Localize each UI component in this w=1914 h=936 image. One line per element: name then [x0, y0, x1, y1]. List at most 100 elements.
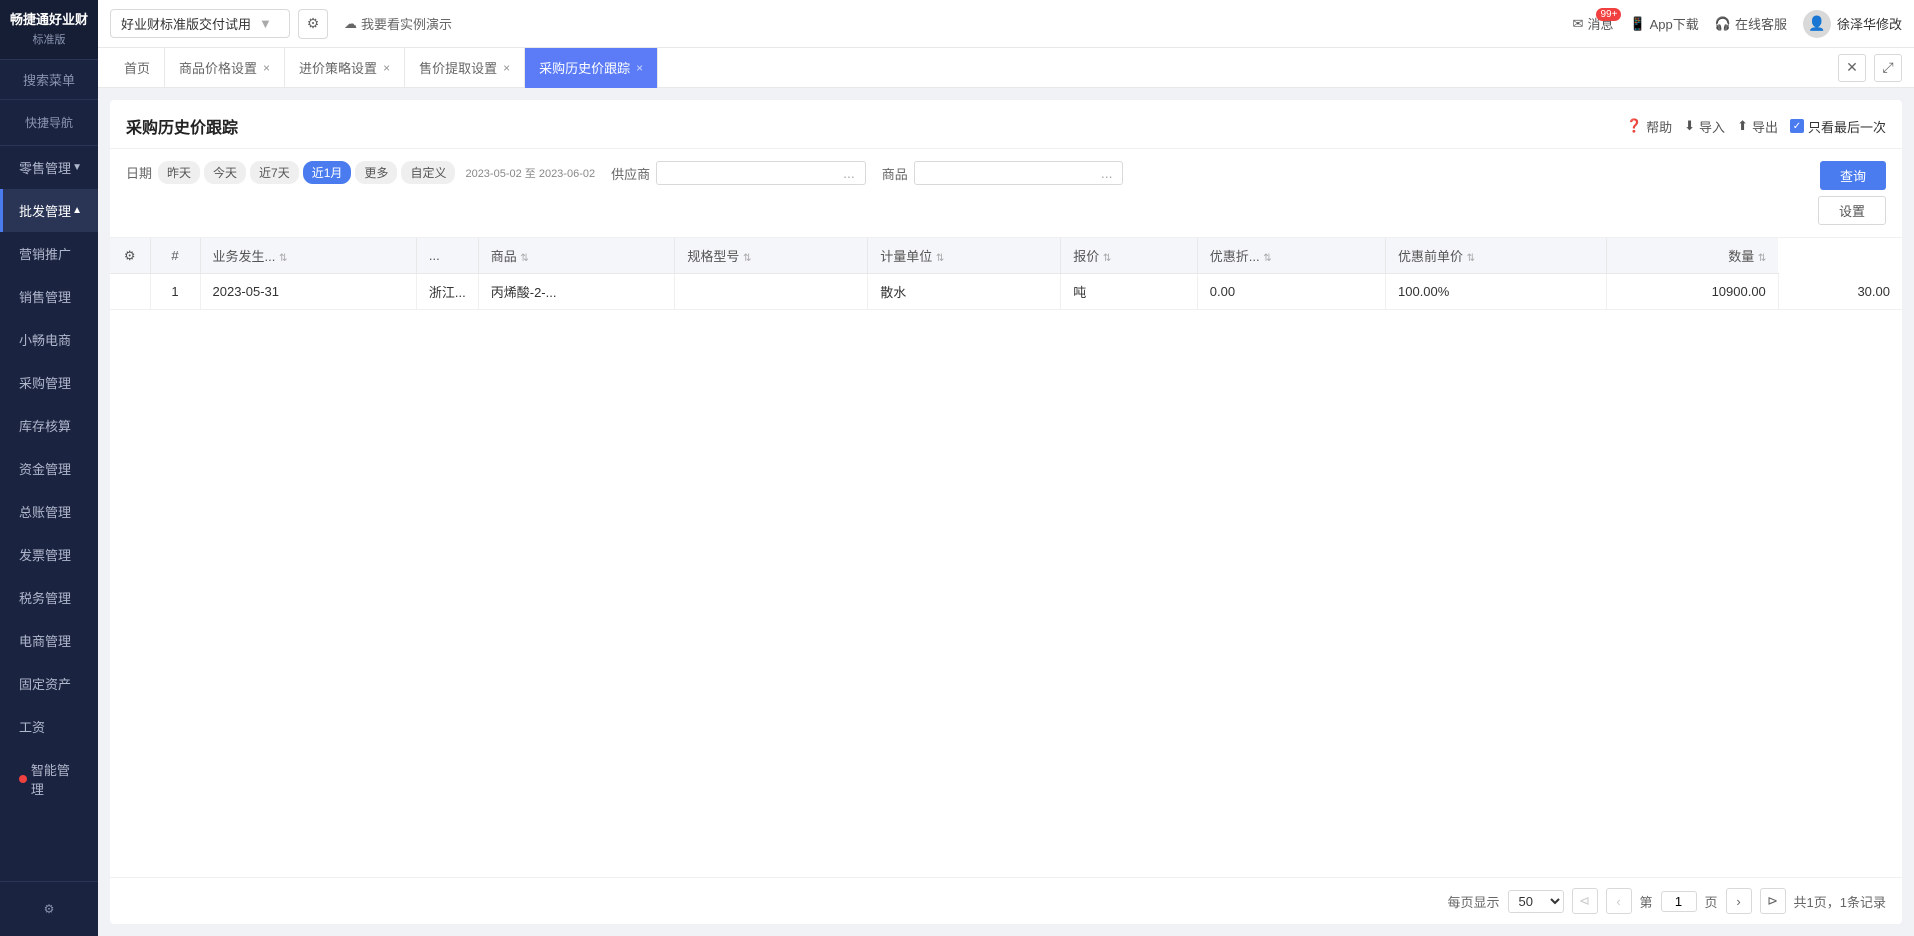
- user-menu[interactable]: 👤 徐泽华修改: [1803, 10, 1902, 38]
- query-button[interactable]: 查询: [1820, 161, 1886, 190]
- sidebar-item-inventory[interactable]: 库存核算: [0, 404, 98, 447]
- supplier-filter-label: 供应商: [611, 164, 650, 183]
- message-icon: ✉: [1573, 16, 1584, 32]
- sidebar-item-purchase[interactable]: 采购管理: [0, 361, 98, 404]
- sidebar-item-tax[interactable]: 税务管理: [0, 576, 98, 619]
- goods-filter-label: 商品: [882, 164, 908, 183]
- tab-home[interactable]: 首页: [110, 48, 165, 88]
- sidebar-item-ecommerce[interactable]: 电商管理: [0, 619, 98, 662]
- tab-history-price[interactable]: 采购历史价跟踪 ×: [525, 48, 658, 88]
- online-service-label: 在线客服: [1735, 14, 1787, 33]
- sidebar-item-sales[interactable]: 销售管理: [0, 275, 98, 318]
- row-pre-discount-price: 10900.00: [1607, 274, 1779, 310]
- supplier-more-icon[interactable]: ...: [841, 165, 857, 181]
- col-spec[interactable]: 规格型号 ⇅: [675, 238, 868, 274]
- gear-icon[interactable]: ⚙: [298, 9, 328, 39]
- col-goods[interactable]: 商品 ⇅: [478, 238, 675, 274]
- col-quantity[interactable]: 数量 ⇅: [1607, 238, 1779, 274]
- tab-close-sale-price[interactable]: ×: [503, 61, 510, 75]
- prev-page-btn[interactable]: ‹: [1606, 888, 1632, 914]
- date-more-btn[interactable]: 更多: [355, 161, 397, 184]
- col-gear[interactable]: ⚙: [110, 238, 150, 274]
- supplier-input[interactable]: [665, 166, 841, 181]
- page-unit: 页: [1705, 892, 1718, 911]
- tab-close-price[interactable]: ×: [263, 61, 270, 75]
- tab-purchase-strategy[interactable]: 进价策略设置 ×: [285, 48, 405, 88]
- col-date[interactable]: 业务发生... ⇅: [200, 238, 416, 274]
- col-pre-discount-price[interactable]: 优惠前单价 ⇅: [1386, 238, 1607, 274]
- sidebar-item-general-ledger[interactable]: 总账管理: [0, 490, 98, 533]
- product-select[interactable]: 好业财标准版交付试用 ▼: [110, 9, 290, 38]
- per-page-select[interactable]: 50 10 20 100: [1508, 890, 1564, 913]
- goods-input[interactable]: [923, 166, 1099, 181]
- page-label: 第: [1640, 892, 1653, 911]
- sidebar-item-payroll[interactable]: 工资: [0, 705, 98, 748]
- filter-goods-group: 商品 ...: [882, 161, 1124, 185]
- col-unit[interactable]: 计量单位 ⇅: [868, 238, 1061, 274]
- chevron-down-icon: ▼: [72, 162, 82, 173]
- settings-icon[interactable]: ⚙: [0, 894, 98, 924]
- close-window-button[interactable]: ✕: [1838, 54, 1866, 82]
- sidebar-quicknav-item[interactable]: 快捷导航: [0, 106, 98, 139]
- row-goods: 丙烯酸-2-...: [478, 274, 675, 310]
- message-badge: 99+: [1596, 8, 1621, 21]
- last-page-btn[interactable]: ⊳: [1760, 888, 1786, 914]
- row-date: 2023-05-31: [200, 274, 416, 310]
- expand-window-button[interactable]: ⤢: [1874, 54, 1902, 82]
- demo-cloud-icon: ☁: [344, 16, 357, 32]
- tab-sale-price[interactable]: 售价提取设置 ×: [405, 48, 525, 88]
- tab-close-purchase-strategy[interactable]: ×: [383, 61, 390, 75]
- user-name: 徐泽华修改: [1837, 14, 1902, 33]
- next-page-btn[interactable]: ›: [1726, 888, 1752, 914]
- col-dots[interactable]: ...: [416, 238, 478, 274]
- sidebar-logo: 畅捷通好业财 标准版: [0, 0, 98, 60]
- date-yesterday-btn[interactable]: 昨天: [158, 161, 200, 184]
- sidebar-search[interactable]: 搜索菜单: [0, 60, 98, 100]
- sidebar-menu: 零售管理 ▼ 批发管理 ▲ 营销推广 销售管理 小畅电商 采购管理 库存核算 资…: [0, 146, 98, 881]
- tab-close-history-price[interactable]: ×: [636, 61, 643, 75]
- per-page-label: 每页显示: [1447, 892, 1499, 911]
- date-last7-btn[interactable]: 近7天: [250, 161, 299, 184]
- sidebar-item-marketing[interactable]: 营销推广: [0, 232, 98, 275]
- question-icon: ❓: [1626, 118, 1642, 134]
- import-button[interactable]: ⬇ 导入: [1684, 117, 1725, 136]
- sidebar-item-wholesale[interactable]: 批发管理 ▲: [0, 189, 98, 232]
- date-custom-btn[interactable]: 自定义: [401, 161, 455, 184]
- checkbox-icon: ✓: [1790, 119, 1804, 133]
- col-num: #: [150, 238, 200, 274]
- date-last1m-btn[interactable]: 近1月: [303, 161, 352, 184]
- sort-icon-goods: ⇅: [520, 253, 528, 264]
- page-input[interactable]: [1661, 891, 1697, 912]
- sidebar-item-ecommerce-light[interactable]: 小畅电商: [0, 318, 98, 361]
- row-gear[interactable]: [110, 274, 150, 310]
- goods-more-icon[interactable]: ...: [1099, 165, 1115, 181]
- tabbar-actions: ✕ ⤢: [1838, 54, 1902, 82]
- sidebar-item-invoice[interactable]: 发票管理: [0, 533, 98, 576]
- app-download-button[interactable]: 📱 App下载: [1629, 14, 1698, 33]
- sidebar-quicknav[interactable]: 快捷导航: [0, 100, 98, 146]
- demo-link[interactable]: ☁ 我要看实例演示: [336, 10, 460, 37]
- sidebar: 畅捷通好业财 标准版 搜索菜单 快捷导航 零售管理 ▼ 批发管理 ▲ 营销推广 …: [0, 0, 98, 936]
- only-last-checkbox[interactable]: ✓ 只看最后一次: [1790, 117, 1886, 136]
- tab-price[interactable]: 商品价格设置 ×: [165, 48, 285, 88]
- col-discount[interactable]: 优惠折... ⇅: [1197, 238, 1385, 274]
- sidebar-item-retail[interactable]: 零售管理 ▼: [0, 146, 98, 189]
- sidebar-item-fixed-assets[interactable]: 固定资产: [0, 662, 98, 705]
- help-button[interactable]: ❓ 帮助: [1626, 117, 1672, 136]
- table-body: 1 2023-05-31 浙江... 丙烯酸-2-... 散水 吨 0.00 1…: [110, 274, 1902, 310]
- row-num: 1: [150, 274, 200, 310]
- col-price[interactable]: 报价 ⇅: [1061, 238, 1198, 274]
- table-wrap: ⚙ # 业务发生... ⇅ ... 商品 ⇅: [110, 238, 1902, 877]
- app-title: 畅捷通好业财: [10, 12, 88, 29]
- page-header: 采购历史价跟踪 ❓ 帮助 ⬇ 导入 ⬆ 导出 ✓: [110, 100, 1902, 149]
- phone-icon: 📱: [1629, 16, 1645, 32]
- message-button[interactable]: ✉ 消息 99+: [1573, 14, 1614, 33]
- sidebar-item-finance[interactable]: 资金管理: [0, 447, 98, 490]
- first-page-btn[interactable]: ⊲: [1572, 888, 1598, 914]
- export-button[interactable]: ⬆ 导出: [1737, 117, 1778, 136]
- filter-settings-button[interactable]: 设置: [1818, 196, 1886, 225]
- online-service-button[interactable]: 🎧 在线客服: [1715, 14, 1787, 33]
- sort-icon-pre-discount: ⇅: [1467, 253, 1475, 264]
- date-today-btn[interactable]: 今天: [204, 161, 246, 184]
- sidebar-item-smart-mgmt[interactable]: 智能管理: [0, 748, 98, 810]
